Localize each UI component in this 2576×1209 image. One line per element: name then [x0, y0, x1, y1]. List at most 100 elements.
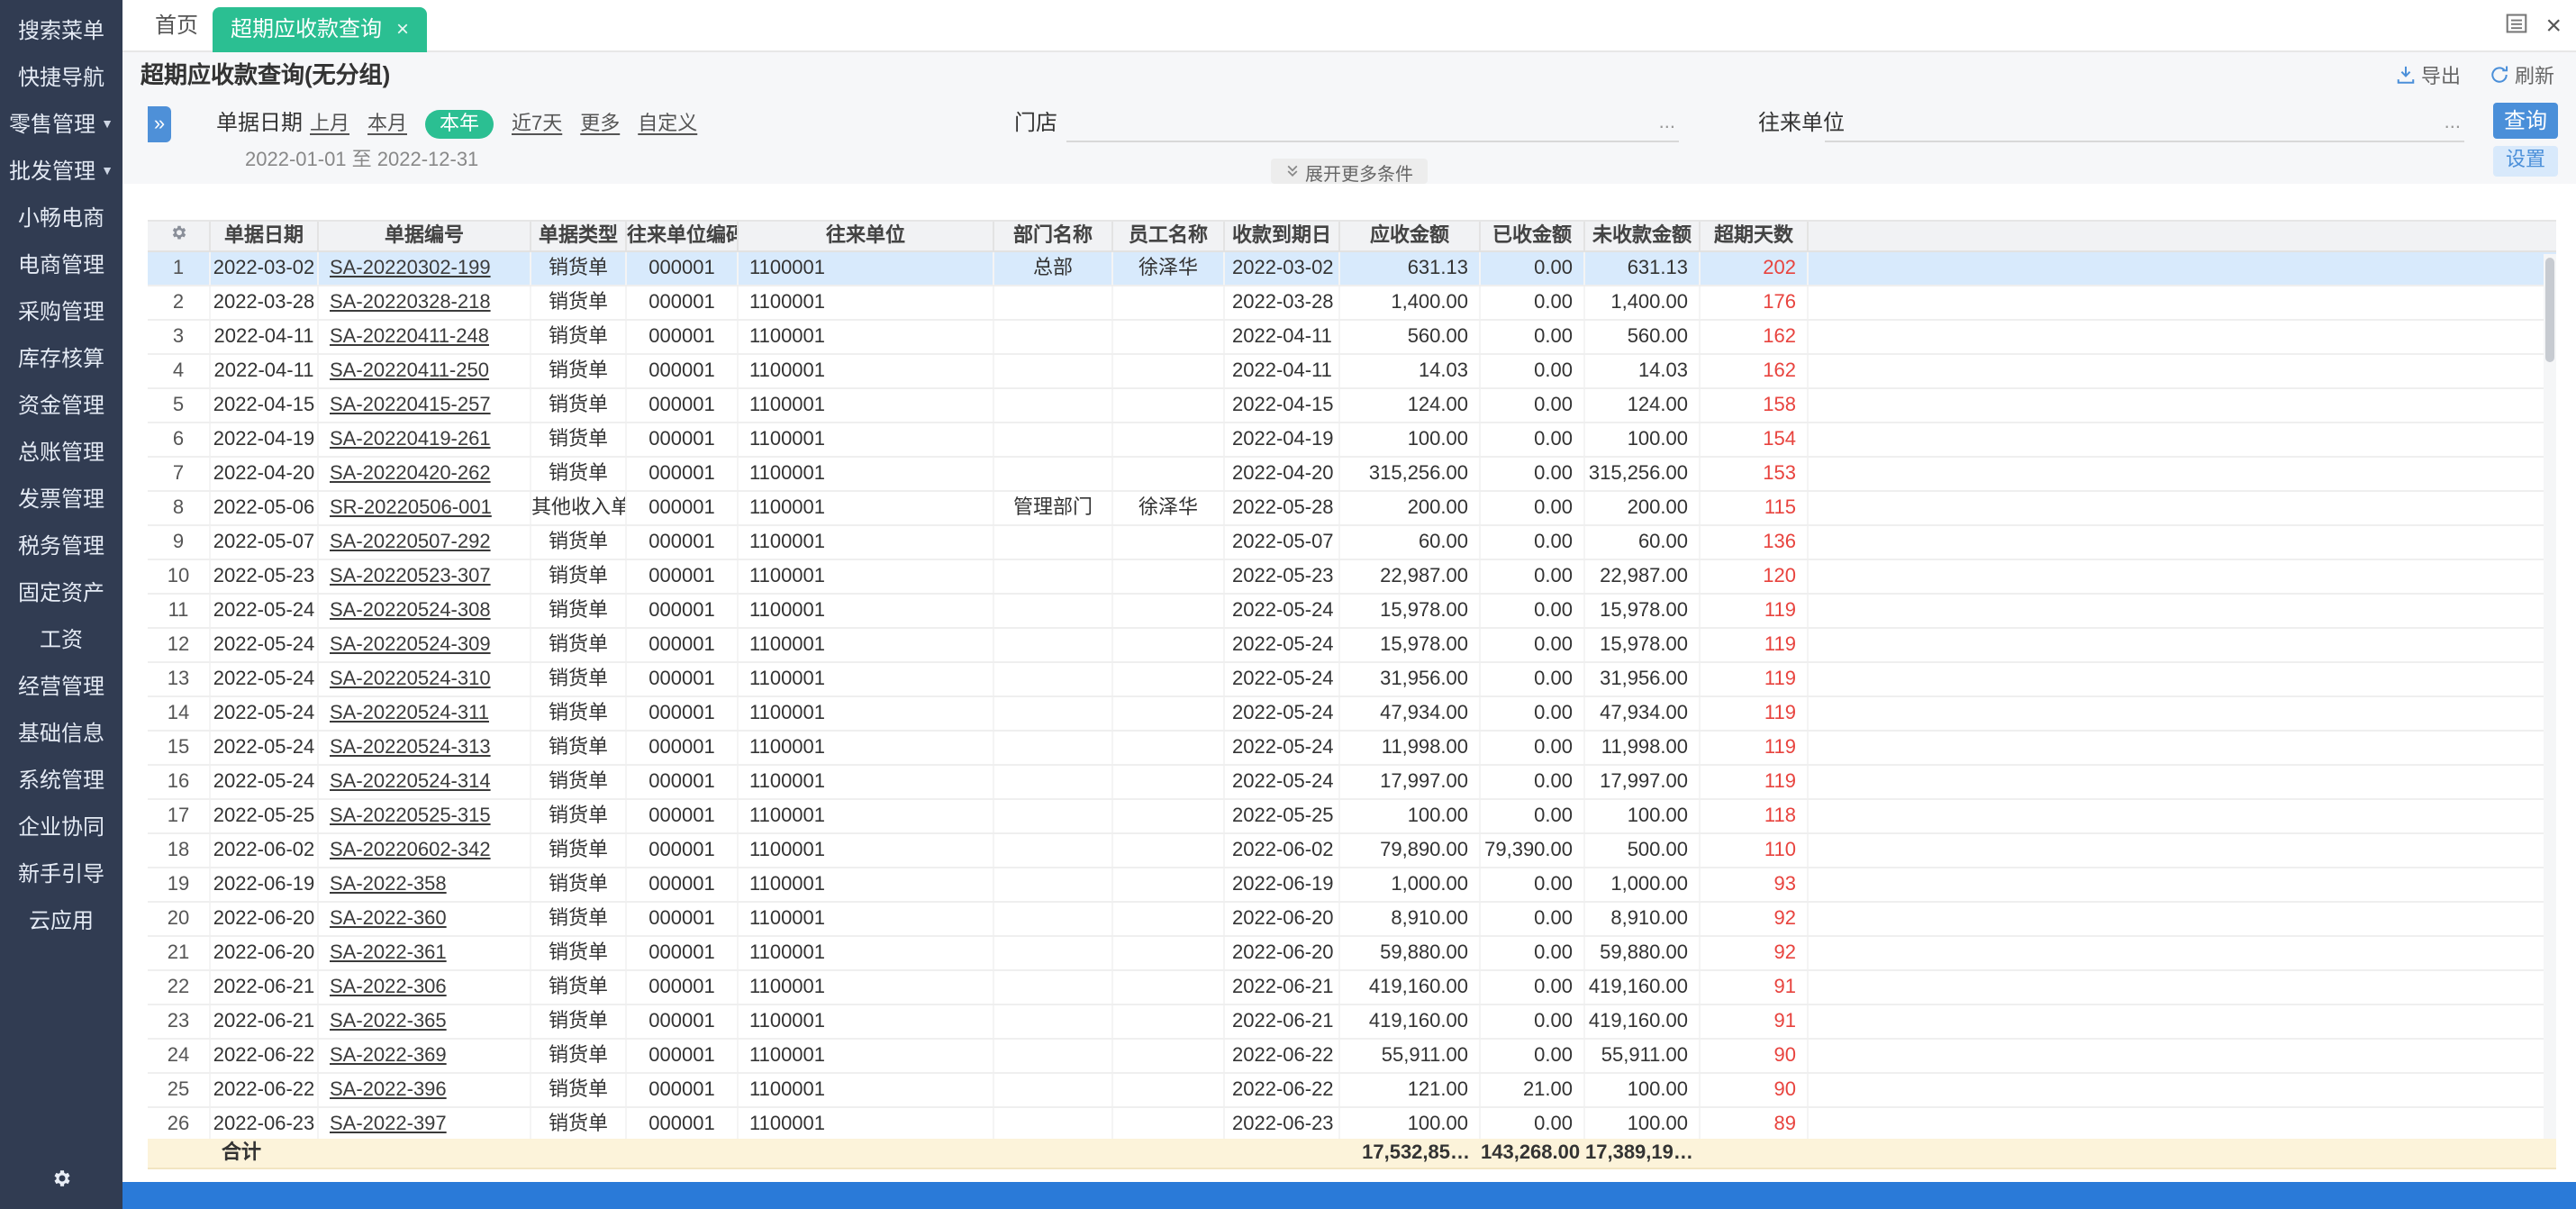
partner-more-icon[interactable]: ... — [2444, 105, 2461, 141]
cell-doc-number-link[interactable]: SA-20220411-250 — [319, 355, 531, 387]
table-row[interactable]: 3 2022-04-11 SA-20220411-248 销货单 000001 11000… — [148, 321, 2556, 355]
sidebar-item-10[interactable]: 发票管理 — [0, 476, 122, 523]
sidebar-item-16[interactable]: 系统管理 — [0, 757, 122, 804]
table-row[interactable]: 9 2022-05-07 SA-20220507-292 销货单 000001 11000… — [148, 526, 2556, 560]
column-header[interactable]: 单据类型 — [531, 222, 627, 250]
cell-doc-number-link[interactable]: SA-20220415-257 — [319, 389, 531, 422]
cell-doc-number-link[interactable]: SA-2022-365 — [319, 1005, 531, 1038]
scrollbar-thumb[interactable] — [2545, 258, 2554, 362]
table-row[interactable]: 10 2022-05-23 SA-20220523-307 销货单 000001 1100… — [148, 560, 2556, 595]
sidebar-item-15[interactable]: 基础信息 — [0, 710, 122, 757]
sidebar-item-7[interactable]: 库存核算 — [0, 335, 122, 382]
table-row[interactable]: 24 2022-06-22 SA-2022-369 销货单 000001 1100001 2… — [148, 1040, 2556, 1074]
column-header[interactable]: 部门名称 — [994, 222, 1113, 250]
table-row[interactable]: 1 2022-03-02 SA-20220302-199 销货单 000001 11000… — [148, 252, 2556, 286]
cell-doc-number-link[interactable]: SA-20220525-315 — [319, 800, 531, 832]
table-row[interactable]: 22 2022-06-21 SA-2022-306 销货单 000001 1100001 2… — [148, 971, 2556, 1005]
store-more-icon[interactable]: ... — [1659, 105, 1675, 141]
sidebar-item-3[interactable]: 批发管理 ▼ — [0, 148, 122, 195]
column-config-cell[interactable] — [148, 222, 211, 250]
date-option[interactable]: 本月 — [367, 114, 407, 135]
column-header[interactable]: 往来单位编码 — [627, 222, 739, 250]
sidebar-item-8[interactable]: 资金管理 — [0, 382, 122, 429]
cell-doc-number-link[interactable]: SA-20220523-307 — [319, 560, 531, 593]
sidebar-item-18[interactable]: 新手引导 — [0, 850, 122, 897]
cell-doc-number-link[interactable]: SA-20220420-262 — [319, 458, 531, 490]
column-header[interactable]: 收款到期日 — [1225, 222, 1340, 250]
sidebar-item-19[interactable]: 云应用 — [0, 897, 122, 944]
table-row[interactable]: 11 2022-05-24 SA-20220524-308 销货单 000001 1100… — [148, 595, 2556, 629]
cell-doc-number-link[interactable]: SA-20220524-309 — [319, 629, 531, 661]
cell-doc-number-link[interactable]: SR-20220506-001 — [319, 492, 531, 524]
column-header[interactable]: 单据编号 — [319, 222, 531, 250]
table-row[interactable]: 7 2022-04-20 SA-20220420-262 销货单 000001 11000… — [148, 458, 2556, 492]
table-row[interactable]: 17 2022-05-25 SA-20220525-315 销货单 000001 1100… — [148, 800, 2556, 834]
table-row[interactable]: 6 2022-04-19 SA-20220419-261 销货单 000001 11000… — [148, 423, 2556, 458]
sidebar-item-1[interactable]: 快捷导航 — [0, 54, 122, 101]
cell-doc-number-link[interactable]: SA-20220602-342 — [319, 834, 531, 867]
sidebar-item-11[interactable]: 税务管理 — [0, 523, 122, 569]
settings-button[interactable]: 设置 — [2493, 146, 2558, 177]
cell-doc-number-link[interactable]: SA-20220302-199 — [319, 252, 531, 285]
table-row[interactable]: 21 2022-06-20 SA-2022-361 销货单 000001 1100001 2… — [148, 937, 2556, 971]
date-option[interactable]: 更多 — [580, 114, 620, 135]
store-input[interactable]: ... — [1066, 105, 1679, 142]
cell-doc-number-link[interactable]: SA-20220524-310 — [319, 663, 531, 695]
sidebar-item-6[interactable]: 采购管理 — [0, 288, 122, 335]
cell-doc-number-link[interactable]: SA-20220507-292 — [319, 526, 531, 559]
table-row[interactable]: 15 2022-05-24 SA-20220524-313 销货单 000001 1100… — [148, 732, 2556, 766]
sidebar-item-12[interactable]: 固定资产 — [0, 569, 122, 616]
sidebar-item-17[interactable]: 企业协同 — [0, 804, 122, 850]
refresh-button[interactable]: 刷新 — [2490, 60, 2554, 89]
table-row[interactable]: 23 2022-06-21 SA-2022-365 销货单 000001 1100001 2… — [148, 1005, 2556, 1040]
table-row[interactable]: 14 2022-05-24 SA-20220524-311 销货单 000001 1100… — [148, 697, 2556, 732]
tab-overdue-receivables[interactable]: 超期应收款查询 × — [213, 7, 428, 52]
table-row[interactable]: 5 2022-04-15 SA-20220415-257 销货单 000001 11000… — [148, 389, 2556, 423]
vertical-scrollbar[interactable] — [2544, 254, 2556, 1139]
cell-doc-number-link[interactable]: SA-20220419-261 — [319, 423, 531, 456]
cell-doc-number-link[interactable]: SA-20220524-314 — [319, 766, 531, 798]
table-row[interactable]: 12 2022-05-24 SA-20220524-309 销货单 000001 1100… — [148, 629, 2556, 663]
sidebar-item-14[interactable]: 经营管理 — [0, 663, 122, 710]
column-header[interactable]: 已收金额 — [1481, 222, 1585, 250]
date-option[interactable]: 自定义 — [638, 114, 697, 135]
column-header[interactable]: 往来单位 — [739, 222, 994, 250]
partner-input[interactable]: ... — [1825, 105, 2464, 142]
collapse-filter-button[interactable]: » — [148, 106, 171, 142]
tab-home[interactable]: 首页 — [141, 0, 213, 52]
cell-doc-number-link[interactable]: SA-2022-361 — [319, 937, 531, 969]
table-row[interactable]: 16 2022-05-24 SA-20220524-314 销货单 000001 1100… — [148, 766, 2556, 800]
column-header[interactable]: 单据日期 — [211, 222, 319, 250]
table-row[interactable]: 2 2022-03-28 SA-20220328-218 销货单 000001 11000… — [148, 286, 2556, 321]
table-row[interactable]: 20 2022-06-20 SA-2022-360 销货单 000001 1100001 2… — [148, 903, 2556, 937]
cell-doc-number-link[interactable]: SA-2022-397 — [319, 1108, 531, 1139]
cell-doc-number-link[interactable]: SA-2022-360 — [319, 903, 531, 935]
sidebar-item-0[interactable]: 搜索菜单 — [0, 7, 122, 54]
cell-doc-number-link[interactable]: SA-20220411-248 — [319, 321, 531, 353]
table-row[interactable]: 8 2022-05-06 SR-20220506-001 其他收入单 000001 110… — [148, 492, 2556, 526]
table-row[interactable]: 25 2022-06-22 SA-2022-396 销货单 000001 1100001 2… — [148, 1074, 2556, 1108]
sidebar-item-9[interactable]: 总账管理 — [0, 429, 122, 476]
table-row[interactable]: 18 2022-06-02 SA-20220602-342 销货单 000001 1100… — [148, 834, 2556, 868]
column-header[interactable]: 未收款金额 — [1585, 222, 1701, 250]
sidebar-item-5[interactable]: 电商管理 — [0, 241, 122, 288]
cell-doc-number-link[interactable]: SA-20220524-311 — [319, 697, 531, 730]
cell-doc-number-link[interactable]: SA-2022-369 — [319, 1040, 531, 1072]
cell-doc-number-link[interactable]: SA-20220524-308 — [319, 595, 531, 627]
sidebar-item-13[interactable]: 工资 — [0, 616, 122, 663]
expand-more-conditions-button[interactable]: 展开更多条件 — [1271, 159, 1428, 185]
query-button[interactable]: 查询 — [2493, 103, 2558, 139]
tab-list-icon[interactable] — [2506, 10, 2527, 42]
cell-doc-number-link[interactable]: SA-2022-306 — [319, 971, 531, 1004]
cell-doc-number-link[interactable]: SA-2022-396 — [319, 1074, 531, 1106]
table-row[interactable]: 26 2022-06-23 SA-2022-397 销货单 000001 1100001 2… — [148, 1108, 2556, 1139]
cell-doc-number-link[interactable]: SA-20220524-313 — [319, 732, 531, 764]
table-row[interactable]: 4 2022-04-11 SA-20220411-250 销货单 000001 11000… — [148, 355, 2556, 389]
sidebar-item-2[interactable]: 零售管理 ▼ — [0, 101, 122, 148]
date-option[interactable]: 上月 — [310, 114, 349, 135]
date-option[interactable]: 近7天 — [512, 114, 562, 135]
table-row[interactable]: 19 2022-06-19 SA-2022-358 销货单 000001 1100001 2… — [148, 868, 2556, 903]
cell-doc-number-link[interactable]: SA-20220328-218 — [319, 286, 531, 319]
column-header[interactable]: 应收金额 — [1340, 222, 1481, 250]
table-row[interactable]: 13 2022-05-24 SA-20220524-310 销货单 000001 1100… — [148, 663, 2556, 697]
